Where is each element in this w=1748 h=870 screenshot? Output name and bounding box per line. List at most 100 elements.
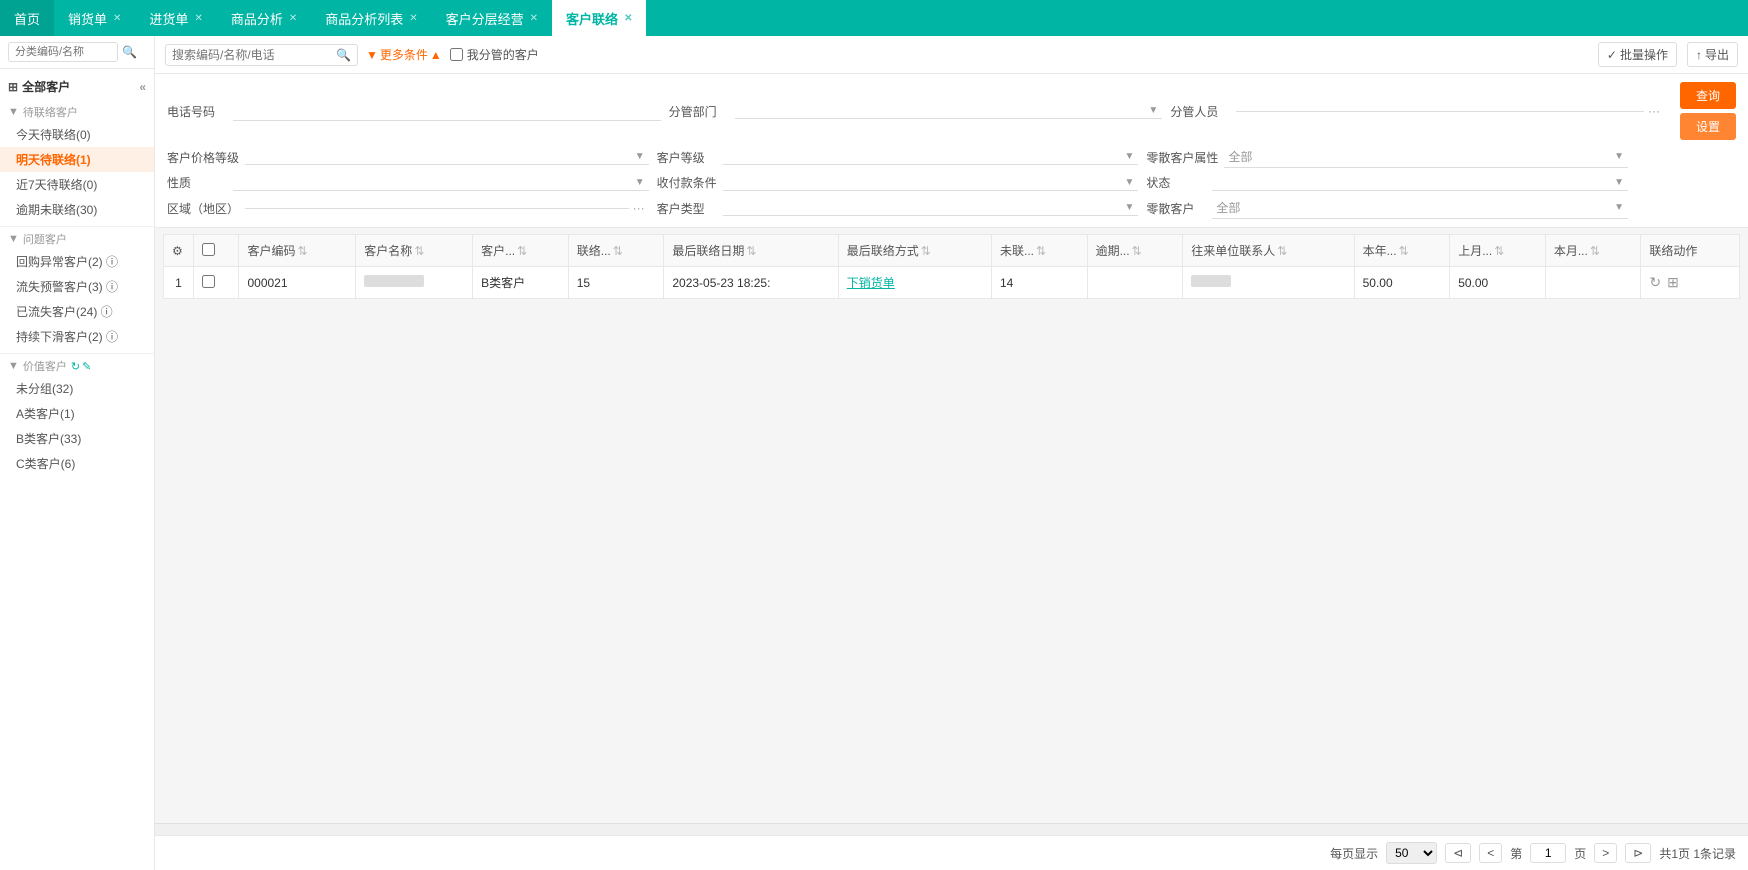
sidebar-item-repurchase-abnormal[interactable]: 回购异常客户(2) ⓘ (0, 249, 154, 274)
sidebar-item-overdue[interactable]: 逾期未联络(30) (0, 197, 154, 222)
all-customers-header[interactable]: ⊞ 全部客户 « (0, 73, 154, 100)
sidebar-item-tomorrow[interactable]: 明天待联络(1) (0, 147, 154, 172)
row-action: ↻ ⊞ (1641, 267, 1740, 299)
row-select-checkbox[interactable] (202, 275, 215, 288)
nav-product-analysis-list[interactable]: 商品分析列表 ✕ (311, 0, 431, 36)
sort-uncontacted-icon[interactable]: ⇅ (1036, 244, 1046, 258)
customer-table: ⚙ 客户编码⇅ 客户名称⇅ 客户...⇅ 联络...⇅ 最后联络日期⇅ 最后联络… (163, 234, 1740, 299)
col-contact-count[interactable]: 联络...⇅ (568, 235, 664, 267)
sidebar-item-lost[interactable]: 已流失客户(24) ⓘ (0, 299, 154, 324)
export-button[interactable]: ↑ 导出 (1687, 42, 1738, 67)
close-sales-icon[interactable]: ✕ (113, 13, 121, 24)
toolbar-search-input[interactable] (172, 48, 332, 62)
query-button[interactable]: 查询 (1680, 82, 1736, 109)
chevron-up-icon: ▲ (430, 48, 442, 62)
export-icon: ↑ (1696, 48, 1702, 62)
sort-overdue-icon[interactable]: ⇅ (1132, 244, 1142, 258)
nav-home[interactable]: 首页 (0, 0, 54, 36)
row-company-contact (1183, 267, 1354, 299)
per-page-select[interactable]: 50 100 200 (1386, 842, 1437, 864)
sidebar-item-today[interactable]: 今天待联络(0) (0, 122, 154, 147)
my-customers-checkbox[interactable] (450, 48, 463, 61)
sidebar-search-input[interactable] (8, 42, 118, 62)
filter-customer-level-select[interactable]: ▼ (723, 149, 1139, 165)
col-last-contact-type[interactable]: 最后联络方式⇅ (838, 235, 991, 267)
sidebar-item-c-class[interactable]: C类客户(6) (0, 451, 154, 476)
sort-year-icon[interactable]: ⇅ (1399, 244, 1409, 258)
nav-product-analysis[interactable]: 商品分析 ✕ (217, 0, 311, 36)
sidebar-search-icon[interactable]: 🔍 (122, 45, 137, 59)
close-purchase-icon[interactable]: ✕ (194, 13, 202, 24)
row-refresh-icon[interactable]: ↻ (1649, 274, 1661, 291)
col-overdue[interactable]: 逾期...⇅ (1087, 235, 1183, 267)
edit-value-icon[interactable]: ✎ (82, 360, 91, 373)
filter-zero-customer-select[interactable]: 全部 ▼ (1212, 197, 1628, 219)
collapse-icon[interactable]: « (139, 80, 146, 94)
col-uncontacted[interactable]: 未联...⇅ (991, 235, 1087, 267)
filter-region-dots[interactable]: ··· (629, 201, 649, 215)
prev-page-button[interactable]: < (1479, 843, 1502, 863)
col-code[interactable]: 客户编码⇅ (239, 235, 356, 267)
first-page-button[interactable]: ⊲ (1445, 843, 1471, 863)
sidebar-item-7days[interactable]: 近7天待联络(0) (0, 172, 154, 197)
set-button[interactable]: 设置 (1680, 113, 1736, 140)
close-product-list-icon[interactable]: ✕ (409, 13, 417, 24)
sort-contact-icon[interactable]: ⇅ (613, 244, 623, 258)
sort-lastmonth-icon[interactable]: ⇅ (1494, 244, 1504, 258)
col-gear[interactable]: ⚙ (164, 235, 194, 267)
filter-person-dots[interactable]: ··· (1644, 104, 1664, 118)
my-customers-filter[interactable]: 我分管的客户 (450, 46, 539, 63)
row-checkbox[interactable] (194, 267, 239, 299)
sort-type-icon[interactable]: ⇅ (517, 244, 527, 258)
col-last-contact-date[interactable]: 最后联络日期⇅ (664, 235, 838, 267)
refresh-value-icon[interactable]: ↻ (71, 360, 80, 373)
close-customer-contact-icon[interactable]: ✕ (624, 13, 632, 24)
sidebar-item-a-class[interactable]: A类客户(1) (0, 401, 154, 426)
sidebar-item-declining[interactable]: 持续下滑客户(2) ⓘ (0, 324, 154, 349)
col-current-month[interactable]: 本月...⇅ (1545, 235, 1641, 267)
row-last-contact-type[interactable]: 下销货单 (838, 267, 991, 299)
more-filters-button[interactable]: ▼ 更多条件 ▲ (366, 46, 442, 63)
last-page-button[interactable]: ⊳ (1625, 843, 1651, 863)
nav-purchase[interactable]: 进货单 ✕ (135, 0, 216, 36)
filter-phone-input[interactable] (233, 102, 661, 121)
toolbar-search-button[interactable]: 🔍 (336, 48, 351, 62)
sort-code-icon[interactable]: ⇅ (297, 244, 307, 258)
close-product-analysis-icon[interactable]: ✕ (289, 13, 297, 24)
filter-customer-type: 客户类型 ▼ (657, 200, 1139, 217)
sort-name-icon[interactable]: ⇅ (414, 244, 424, 258)
sidebar-item-loss-warning[interactable]: 流失预警客户(3) ⓘ (0, 274, 154, 299)
filter-payment-select[interactable]: ▼ (723, 175, 1139, 191)
filter-region: 区域（地区） ··· (167, 200, 649, 217)
col-company-contact[interactable]: 往来单位联系人⇅ (1183, 235, 1354, 267)
close-customer-tier-icon[interactable]: ✕ (530, 13, 538, 24)
filter-actions: 查询 设置 (1680, 82, 1736, 140)
horizontal-scrollbar[interactable] (155, 823, 1748, 835)
sort-company-icon[interactable]: ⇅ (1277, 244, 1287, 258)
row-grid-icon[interactable]: ⊞ (1667, 274, 1679, 291)
filter-zero-attr-select[interactable]: 全部 ▼ (1224, 146, 1628, 168)
sort-date-icon[interactable]: ⇅ (746, 244, 756, 258)
col-current-year[interactable]: 本年...⇅ (1354, 235, 1450, 267)
page-input[interactable]: 1 (1530, 843, 1566, 863)
next-page-button[interactable]: > (1594, 843, 1617, 863)
filter-price-level-select[interactable]: ▼ (245, 149, 649, 165)
batch-operation-button[interactable]: ✓ 批量操作 (1598, 42, 1677, 67)
sidebar-item-ungroup[interactable]: 未分组(32) (0, 376, 154, 401)
filter-status-select[interactable]: ▼ (1212, 175, 1628, 191)
col-type[interactable]: 客户...⇅ (473, 235, 569, 267)
nav-customer-tier[interactable]: 客户分层经营 ✕ (432, 0, 552, 36)
select-all-checkbox[interactable] (202, 243, 215, 256)
col-name[interactable]: 客户名称⇅ (356, 235, 473, 267)
sidebar-item-b-class[interactable]: B类客户(33) (0, 426, 154, 451)
filter-dept-select[interactable]: ▼ (735, 103, 1163, 119)
nav-customer-contact[interactable]: 客户联络 ✕ (552, 0, 646, 36)
sort-last-type-icon[interactable]: ⇅ (921, 244, 931, 258)
filter-customer-type-select[interactable]: ▼ (723, 200, 1139, 216)
col-checkbox[interactable] (194, 235, 239, 267)
name-masked (364, 275, 424, 287)
sort-curmonth-icon[interactable]: ⇅ (1590, 244, 1600, 258)
col-last-month[interactable]: 上月...⇅ (1450, 235, 1546, 267)
nav-sales[interactable]: 销货单 ✕ (54, 0, 135, 36)
filter-nature-select[interactable]: ▼ (233, 175, 649, 191)
